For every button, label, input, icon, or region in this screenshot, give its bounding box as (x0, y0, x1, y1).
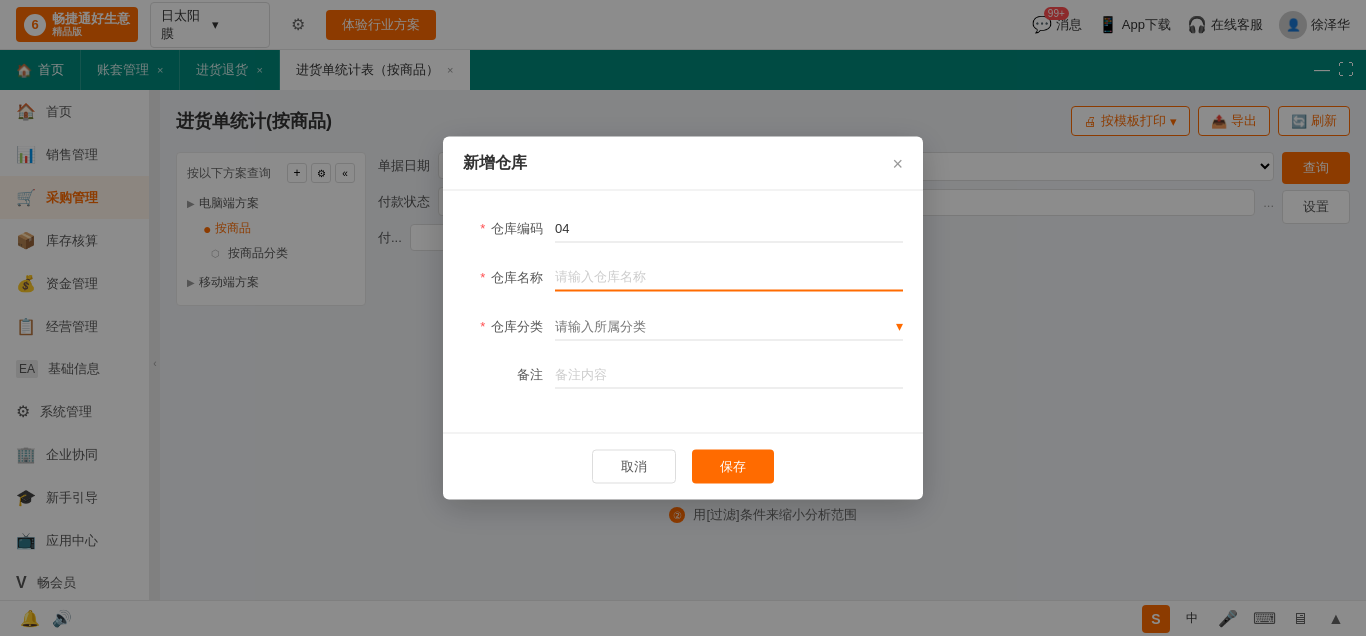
form-row-code: * 仓库编码 (463, 215, 903, 243)
form-row-name: * 仓库名称 (463, 263, 903, 292)
remark-label: 备注 (463, 366, 543, 384)
warehouse-remark-input[interactable] (555, 361, 903, 389)
modal-body: * 仓库编码 * 仓库名称 * 仓库分类 ▾ (443, 191, 923, 433)
modal-header: 新增仓库 × (443, 137, 923, 191)
modal-title: 新增仓库 (463, 153, 527, 174)
required-star-name: * (480, 269, 485, 284)
warehouse-category-select-wrap[interactable]: ▾ (555, 312, 903, 341)
name-label: * 仓库名称 (463, 268, 543, 286)
save-button[interactable]: 保存 (692, 450, 774, 484)
category-label: * 仓库分类 (463, 317, 543, 335)
add-warehouse-modal: 新增仓库 × * 仓库编码 * 仓库名称 * 仓库分类 (443, 137, 923, 500)
cancel-button[interactable]: 取消 (592, 450, 676, 484)
form-row-category: * 仓库分类 ▾ (463, 312, 903, 341)
required-star-category: * (480, 318, 485, 333)
modal-close-button[interactable]: × (892, 154, 903, 172)
required-star-code: * (480, 221, 485, 236)
warehouse-code-input[interactable] (555, 215, 903, 243)
warehouse-category-input[interactable] (555, 318, 896, 333)
category-chevron-down-icon: ▾ (896, 318, 903, 334)
warehouse-name-input[interactable] (555, 263, 903, 292)
modal-footer: 取消 保存 (443, 433, 923, 500)
form-row-remark: 备注 (463, 361, 903, 389)
code-label: * 仓库编码 (463, 220, 543, 238)
